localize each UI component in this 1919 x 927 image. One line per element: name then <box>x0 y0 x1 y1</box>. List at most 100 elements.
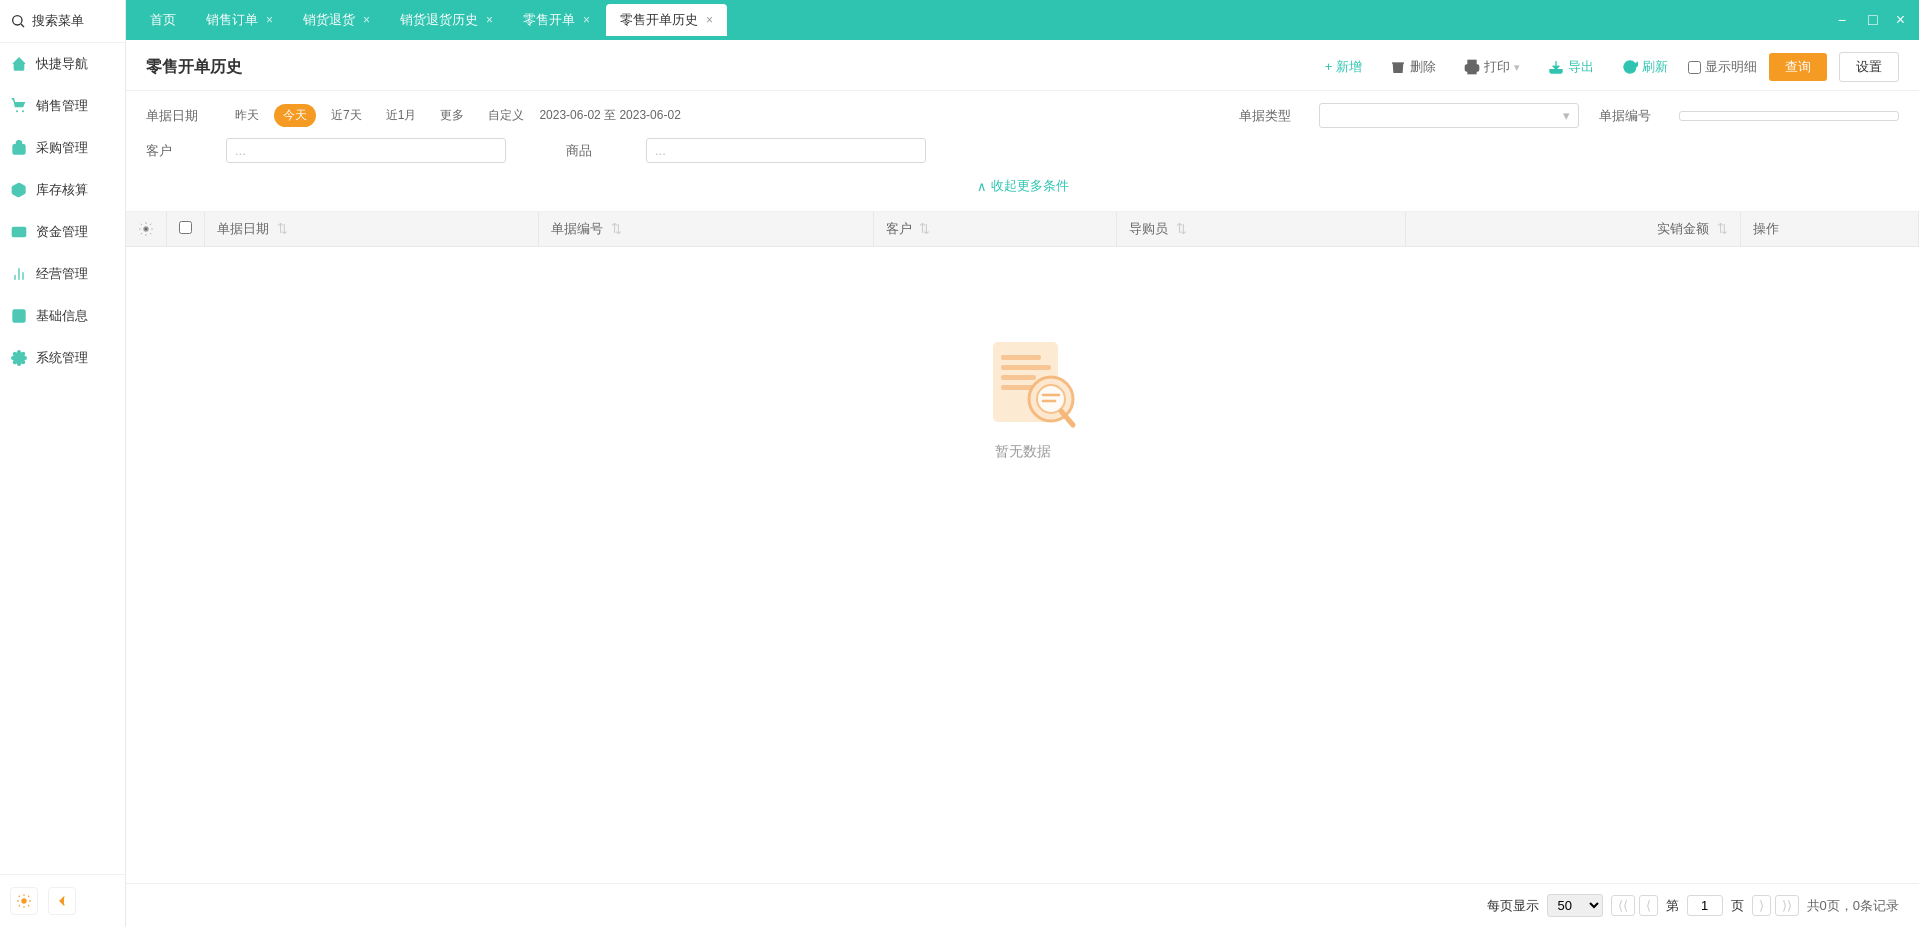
th-amount[interactable]: 实销金额 ⇅ <box>1406 212 1740 247</box>
refresh-label: 刷新 <box>1642 58 1668 76</box>
tab-sales-return-label: 销货退货 <box>303 11 355 29</box>
th-date-label: 单据日期 <box>217 221 269 236</box>
tab-sales-return-history-label: 销货退货历史 <box>400 11 478 29</box>
tab-sales-return[interactable]: 销货退货 × <box>289 4 384 36</box>
svg-point-17 <box>144 227 148 231</box>
date-btn-7days[interactable]: 近7天 <box>322 104 371 127</box>
sidebar: 搜索菜单 快捷导航 销售管理 采购管理 库存核算 资金管理 经营管理 <box>0 0 126 927</box>
maximize-button[interactable]: □ <box>1864 11 1882 29</box>
display-detail-checkbox-label[interactable]: 显示明细 <box>1688 58 1757 76</box>
refresh-button[interactable]: 刷新 <box>1614 54 1676 80</box>
doc-no-input[interactable] <box>1679 111 1899 121</box>
th-customer[interactable]: 客户 ⇅ <box>873 212 1116 247</box>
svg-rect-5 <box>13 145 25 154</box>
per-page-select[interactable]: 50 10 20 100 <box>1547 894 1603 917</box>
svg-point-4 <box>22 110 24 112</box>
th-salesperson-label: 导购员 <box>1129 221 1168 236</box>
print-icon <box>1464 59 1480 75</box>
svg-rect-19 <box>1001 355 1041 360</box>
print-dropdown-icon[interactable]: ▾ <box>1514 61 1520 74</box>
date-btn-more[interactable]: 更多 <box>431 104 473 127</box>
first-page-button[interactable]: ⟨⟨ <box>1611 895 1635 916</box>
delete-button[interactable]: 删除 <box>1382 54 1444 80</box>
date-btn-today[interactable]: 今天 <box>274 104 316 127</box>
goods-input[interactable]: ... <box>646 138 926 163</box>
sidebar-item-basic-info-label: 基础信息 <box>36 307 88 325</box>
sidebar-search[interactable]: 搜索菜单 <box>0 0 125 43</box>
chevron-up-icon: ∧ <box>977 179 987 194</box>
th-salesperson[interactable]: 导购员 ⇅ <box>1117 212 1406 247</box>
close-icon[interactable]: × <box>706 13 713 27</box>
date-btn-yesterday[interactable]: 昨天 <box>226 104 268 127</box>
sort-icon: ⇅ <box>1717 221 1728 236</box>
tab-retail-open-history[interactable]: 零售开单历史 × <box>606 4 727 36</box>
date-btn-1month[interactable]: 近1月 <box>377 104 426 127</box>
close-icon[interactable]: × <box>486 13 493 27</box>
box-icon <box>10 181 28 199</box>
tab-sales-order[interactable]: 销售订单 × <box>192 4 287 36</box>
chart-icon <box>10 265 28 283</box>
print-button[interactable]: 打印 ▾ <box>1456 54 1528 80</box>
th-date[interactable]: 单据日期 ⇅ <box>205 212 539 247</box>
svg-point-7 <box>17 230 21 234</box>
table-header-row: 单据日期 ⇅ 单据编号 ⇅ 客户 ⇅ 导购员 ⇅ <box>126 212 1919 247</box>
sidebar-item-operations[interactable]: 经营管理 <box>0 253 125 295</box>
query-button[interactable]: 查询 <box>1769 53 1827 81</box>
tab-home-label: 首页 <box>150 11 176 29</box>
select-all-checkbox[interactable] <box>179 221 192 234</box>
th-checkbox[interactable] <box>167 212 205 247</box>
column-settings-icon <box>138 221 154 237</box>
sidebar-item-basic-info[interactable]: 基础信息 <box>0 295 125 337</box>
tab-home[interactable]: 首页 <box>136 4 190 36</box>
search-icon <box>10 13 26 29</box>
th-no[interactable]: 单据编号 ⇅ <box>539 212 873 247</box>
sidebar-item-inventory[interactable]: 库存核算 <box>0 169 125 211</box>
page-header: 零售开单历史 + 新增 删除 打印 ▾ 导出 刷新 <box>126 40 1919 91</box>
th-settings[interactable] <box>126 212 167 247</box>
last-page-button[interactable]: ⟩⟩ <box>1775 895 1799 916</box>
filter-row-1: 单据日期 昨天 今天 近7天 近1月 更多 自定义 2023-06-02 至 2… <box>146 103 1899 128</box>
sidebar-item-finance-label: 资金管理 <box>36 223 88 241</box>
prev-page-button[interactable]: ⟨ <box>1639 895 1658 916</box>
collapse-more-button[interactable]: ∧ 收起更多条件 <box>977 177 1069 195</box>
doc-type-select[interactable]: ▾ <box>1319 103 1579 128</box>
page-title: 零售开单历史 <box>146 57 242 78</box>
display-label: 显示明细 <box>1705 58 1757 76</box>
sidebar-item-quick-nav[interactable]: 快捷导航 <box>0 43 125 85</box>
close-icon[interactable]: × <box>266 13 273 27</box>
sidebar-item-sales-mgmt[interactable]: 销售管理 <box>0 85 125 127</box>
next-page-button[interactable]: ⟩ <box>1752 895 1771 916</box>
date-btn-custom[interactable]: 自定义 <box>479 104 533 127</box>
goods-ellipsis: ... <box>655 143 666 158</box>
close-window-button[interactable]: × <box>1892 11 1909 29</box>
empty-svg <box>973 327 1093 447</box>
sidebar-search-label: 搜索菜单 <box>32 12 84 30</box>
tab-retail-open[interactable]: 零售开单 × <box>509 4 604 36</box>
doc-no-label: 单据编号 <box>1599 107 1659 125</box>
close-icon[interactable]: × <box>583 13 590 27</box>
sidebar-item-purchase-mgmt[interactable]: 采购管理 <box>0 127 125 169</box>
display-detail-checkbox[interactable] <box>1688 61 1701 74</box>
customer-input[interactable]: ... <box>226 138 506 163</box>
refresh-icon <box>1622 59 1638 75</box>
svg-rect-20 <box>1001 365 1051 370</box>
settings-button[interactable]: 设置 <box>1839 52 1899 82</box>
export-button[interactable]: 导出 <box>1540 54 1602 80</box>
table-area: 单据日期 ⇅ 单据编号 ⇅ 客户 ⇅ 导购员 ⇅ <box>126 212 1919 883</box>
minimize-button[interactable]: － <box>1830 10 1854 31</box>
sort-icon: ⇅ <box>611 221 622 236</box>
close-icon[interactable]: × <box>363 13 370 27</box>
tab-sales-return-history[interactable]: 销货退货历史 × <box>386 4 507 36</box>
svg-point-0 <box>13 16 22 25</box>
sidebar-item-finance[interactable]: 资金管理 <box>0 211 125 253</box>
page-nav: ⟨⟨ ⟨ 第 页 ⟩ ⟩⟩ <box>1611 895 1799 916</box>
bottom-gear-button[interactable] <box>10 887 38 915</box>
sidebar-item-sys-mgmt[interactable]: 系统管理 <box>0 337 125 379</box>
sidebar-item-quick-nav-label: 快捷导航 <box>36 55 88 73</box>
tab-retail-open-history-label: 零售开单历史 <box>620 11 698 29</box>
collapse-sidebar-button[interactable] <box>48 887 76 915</box>
empty-state: 暂无数据 <box>126 247 1919 541</box>
page-number-input[interactable] <box>1687 895 1723 916</box>
add-button[interactable]: + 新增 <box>1317 54 1370 80</box>
tab-sales-order-label: 销售订单 <box>206 11 258 29</box>
